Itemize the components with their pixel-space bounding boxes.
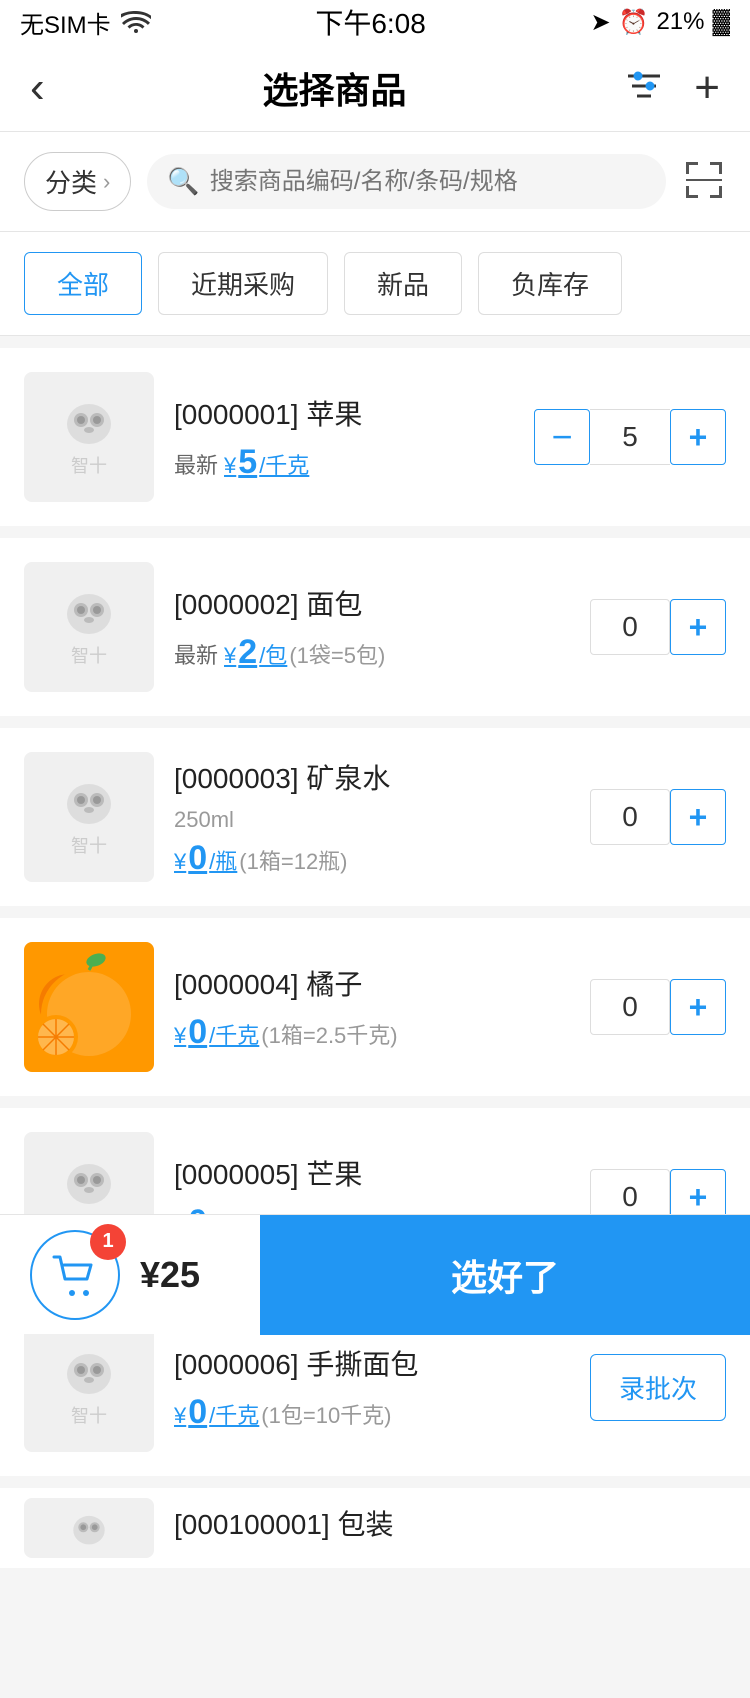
category-arrow-icon: ›: [103, 169, 110, 195]
cart-icon: [50, 1253, 100, 1297]
nav-actions: +: [624, 63, 720, 113]
filter-icon: [624, 68, 664, 104]
quantity-input[interactable]: [590, 409, 670, 465]
product-image: 智十: [24, 1322, 154, 1452]
quantity-input[interactable]: [590, 599, 670, 655]
list-item: [000100001] 包装: [0, 1488, 750, 1568]
search-input-wrap: 🔍: [147, 154, 666, 209]
product-name: [0000006] 手撕面包: [174, 1343, 570, 1383]
product-name: [0000002] 面包: [174, 583, 570, 623]
category-label: 分类: [45, 163, 97, 200]
owl-icon: [61, 586, 117, 636]
owl-icon: [61, 1156, 117, 1206]
battery-text: 21%: [656, 8, 704, 36]
page-title: 选择商品: [262, 62, 406, 114]
category-button[interactable]: 分类 ›: [24, 152, 131, 211]
product-image: [24, 1498, 154, 1558]
cart-area: 1 ¥25: [0, 1230, 260, 1320]
quantity-control: 录批次: [590, 1354, 726, 1421]
filter-tabs: 全部 近期采购 新品 负库存: [0, 232, 750, 336]
search-bar: 分类 › 🔍: [0, 132, 750, 232]
product-spec: 250ml: [174, 807, 570, 833]
product-image: 智十: [24, 752, 154, 882]
product-price: ¥ 0 /千克 (1包=10千克): [174, 1393, 570, 1432]
product-name: [000100001] 包装: [174, 1503, 726, 1543]
increase-button[interactable]: +: [670, 599, 726, 655]
list-item: 智十 [0000002] 面包 最新 ¥ 2 /包 (1袋=5包) +: [0, 538, 750, 716]
product-price: 最新 ¥ 5 /千克: [174, 443, 514, 482]
product-image: 智十: [24, 372, 154, 502]
list-item: 智十 [0000001] 苹果 最新 ¥ 5 /千克 − +: [0, 348, 750, 526]
product-info: [0000006] 手撕面包 ¥ 0 /千克 (1包=10千克): [174, 1343, 570, 1432]
decrease-button[interactable]: −: [534, 409, 590, 465]
status-bar: 无SIM卡 下午6:08 ➤ ⏰ 21% ▓: [0, 0, 750, 44]
scan-button[interactable]: [682, 158, 726, 205]
quantity-control: +: [590, 789, 726, 845]
owl-icon: [69, 1510, 109, 1546]
wifi-icon: [121, 11, 151, 33]
product-name: [0000001] 苹果: [174, 393, 514, 433]
product-image: 智十: [24, 562, 154, 692]
product-name: [0000003] 矿泉水: [174, 757, 570, 797]
cart-badge: 1: [90, 1224, 126, 1260]
location-icon: ➤: [590, 8, 610, 37]
cart-icon-wrap[interactable]: 1: [30, 1230, 120, 1320]
list-item: 智十 [0000003] 矿泉水 250ml ¥ 0 /瓶 (1箱=12瓶) +: [0, 728, 750, 906]
alarm-icon: ⏰: [619, 8, 649, 37]
cart-total: ¥25: [140, 1254, 200, 1296]
product-info: [0000002] 面包 最新 ¥ 2 /包 (1袋=5包): [174, 583, 570, 672]
increase-button[interactable]: +: [670, 409, 726, 465]
search-input[interactable]: [210, 168, 646, 196]
product-name: [0000005] 芒果: [174, 1153, 570, 1193]
scan-icon: [682, 158, 726, 202]
carrier-text: 无SIM卡: [20, 5, 111, 40]
product-list: 智十 [0000001] 苹果 最新 ¥ 5 /千克 − +: [0, 348, 750, 1698]
quantity-control: +: [590, 979, 726, 1035]
owl-icon: [61, 1346, 117, 1396]
product-info: [0000001] 苹果 最新 ¥ 5 /千克: [174, 393, 514, 482]
batch-button[interactable]: 录批次: [590, 1354, 726, 1421]
tab-recent[interactable]: 近期采购: [158, 252, 328, 315]
orange-image: [24, 942, 154, 1072]
product-price: ¥ 0 /千克 (1箱=2.5千克): [174, 1013, 570, 1052]
status-left: 无SIM卡: [20, 5, 151, 40]
product-info: [0000003] 矿泉水 250ml ¥ 0 /瓶 (1箱=12瓶): [174, 757, 570, 878]
battery-icon: ▓: [713, 8, 731, 36]
owl-icon: [61, 776, 117, 826]
bottom-bar: 1 ¥25 选好了: [0, 1214, 750, 1334]
quantity-input[interactable]: [590, 789, 670, 845]
tab-all[interactable]: 全部: [24, 252, 142, 315]
tab-new[interactable]: 新品: [344, 252, 462, 315]
product-price: 最新 ¥ 2 /包 (1袋=5包): [174, 633, 570, 672]
owl-icon: [61, 396, 117, 446]
increase-button[interactable]: +: [670, 979, 726, 1035]
back-button[interactable]: ‹: [30, 63, 45, 113]
quantity-control: +: [590, 599, 726, 655]
product-price: ¥ 0 /瓶 (1箱=12瓶): [174, 839, 570, 878]
quantity-control: − +: [534, 409, 726, 465]
product-image: [24, 942, 154, 1072]
filter-icon-button[interactable]: [624, 68, 664, 107]
confirm-button[interactable]: 选好了: [260, 1215, 750, 1335]
product-info: [000100001] 包装: [174, 1503, 726, 1553]
status-right: ➤ ⏰ 21% ▓: [590, 8, 730, 37]
list-item: [0000004] 橘子 ¥ 0 /千克 (1箱=2.5千克) +: [0, 918, 750, 1096]
add-button[interactable]: +: [694, 63, 720, 113]
tab-negative[interactable]: 负库存: [478, 252, 622, 315]
nav-bar: ‹ 选择商品 +: [0, 44, 750, 132]
product-info: [0000004] 橘子 ¥ 0 /千克 (1箱=2.5千克): [174, 963, 570, 1052]
search-icon: 🔍: [167, 166, 199, 197]
quantity-input[interactable]: [590, 979, 670, 1035]
status-time: 下午6:08: [315, 2, 426, 42]
increase-button[interactable]: +: [670, 789, 726, 845]
product-name: [0000004] 橘子: [174, 963, 570, 1003]
